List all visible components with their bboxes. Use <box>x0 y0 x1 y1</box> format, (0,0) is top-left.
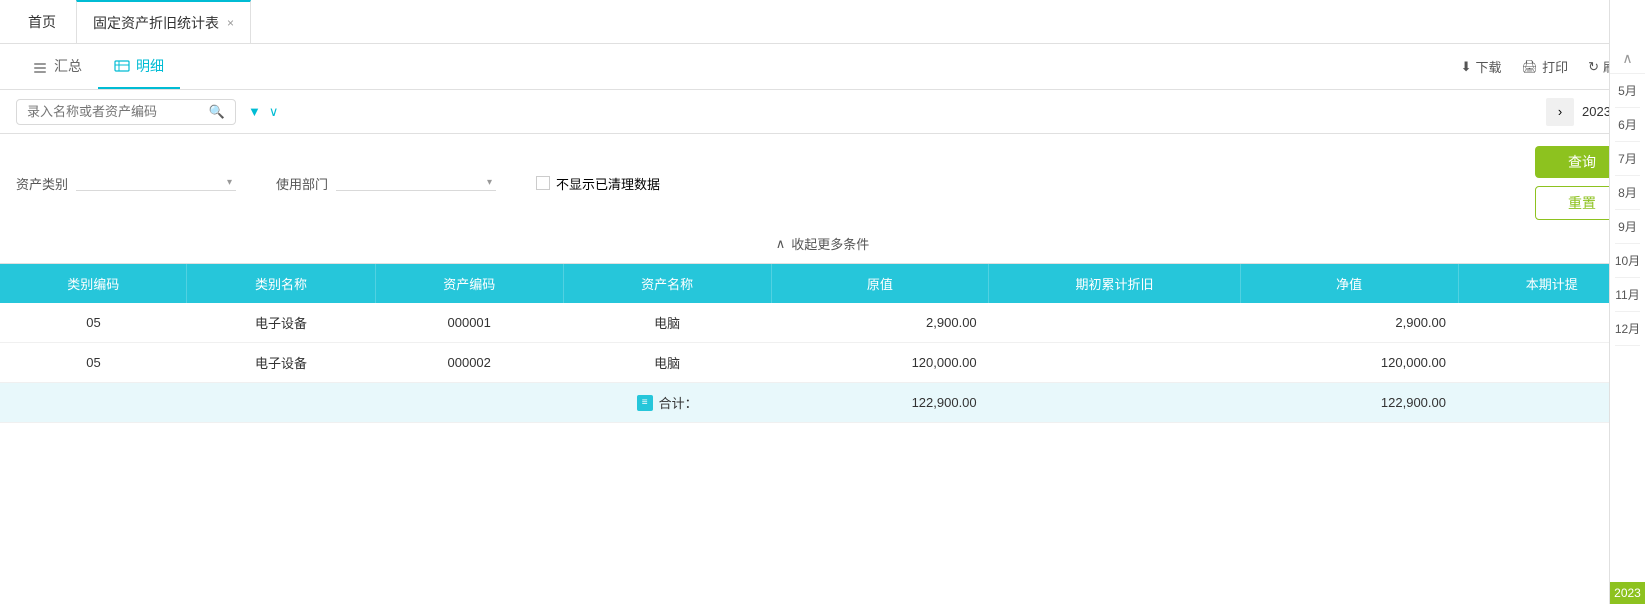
sidebar-month-item[interactable]: 10月 <box>1615 244 1640 278</box>
table-header-row: 类别编码 类别名称 资产编码 资产名称 原值 期初累计折旧 净值 本期计提 <box>0 264 1645 303</box>
tab-summary-label: 汇总 <box>54 56 82 76</box>
cell-original-value: 2,900.00 <box>771 303 989 343</box>
sub-tab-bar: 汇总 明细 ⬇ 下载 🖨 打印 ↻ 刷新 <box>0 44 1645 90</box>
cell-asset-name: 电脑 <box>563 303 771 343</box>
cell-category-name: 电子设备 <box>187 343 375 383</box>
asset-type-select[interactable]: ▾ <box>76 175 236 191</box>
cell-asset-name: 电脑 <box>563 343 771 383</box>
collapse-up-icon: ∧ <box>776 236 786 252</box>
tab-detail-label: 明细 <box>136 56 164 76</box>
total-row: ≡ 合计： 122,900.00 122,900.00 <box>0 383 1645 423</box>
sidebar-year-badge: 2023 <box>1610 582 1645 604</box>
cell-net-value: 120,000.00 <box>1240 343 1458 383</box>
cell-category-code: 05 <box>0 343 187 383</box>
col-header-category-code: 类别编码 <box>0 264 187 303</box>
top-tab-bar: 首页 固定资产折旧统计表 × ✕ <box>0 0 1645 44</box>
download-button[interactable]: ⬇ 下载 <box>1461 57 1502 76</box>
download-icon: ⬇ <box>1461 59 1472 75</box>
sidebar-month-item[interactable]: 11月 <box>1615 278 1640 312</box>
asset-type-label: 资产类别 <box>16 174 68 193</box>
list-icon <box>114 58 130 74</box>
tab-active-label: 固定资产折旧统计表 <box>93 13 219 33</box>
col-header-asset-name: 资产名称 <box>563 264 771 303</box>
tab-active[interactable]: 固定资产折旧统计表 × <box>76 0 251 43</box>
filter-row-1: 资产类别 ▾ 使用部门 ▾ 不显示已清理数据 查询 重置 <box>16 146 1629 220</box>
total-original-value: 122,900.00 <box>771 383 989 423</box>
data-table: 类别编码 类别名称 资产编码 资产名称 原值 期初累计折旧 净值 本期计提 05… <box>0 264 1645 423</box>
hide-cleared-field: 不显示已清理数据 <box>536 174 660 193</box>
total-net-value: 122,900.00 <box>1240 383 1458 423</box>
total-label-cell: ≡ 合计： <box>563 383 771 423</box>
asset-type-arrow: ▾ <box>227 177 232 188</box>
col-header-category-name: 类别名称 <box>187 264 375 303</box>
col-header-accumulated-dep: 期初累计折旧 <box>989 264 1241 303</box>
col-header-net-value: 净值 <box>1240 264 1458 303</box>
col-header-original-value: 原值 <box>771 264 989 303</box>
sidebar-month-item[interactable]: 5月 <box>1615 74 1640 108</box>
tab-close-icon[interactable]: × <box>227 17 234 29</box>
asset-type-field: 资产类别 ▾ <box>16 174 236 193</box>
sidebar-month-item[interactable]: 8月 <box>1615 176 1640 210</box>
more-conditions-button[interactable]: ▼ ∨ <box>248 104 278 120</box>
print-icon: 🖨 <box>1522 59 1539 75</box>
sidebar-months: 5月6月7月8月9月10月11月12月 <box>1615 74 1640 346</box>
tab-summary[interactable]: 汇总 <box>16 44 98 89</box>
col-header-asset-code: 资产编码 <box>375 264 563 303</box>
cell-original-value: 120,000.00 <box>771 343 989 383</box>
right-sidebar: ∧ 5月6月7月8月9月10月11月12月 2023 <box>1609 0 1645 604</box>
tab-detail[interactable]: 明细 <box>98 44 180 89</box>
table-wrap: 类别编码 类别名称 资产编码 资产名称 原值 期初累计折旧 净值 本期计提 05… <box>0 264 1645 604</box>
print-button[interactable]: 🖨 打印 <box>1522 57 1569 76</box>
cell-asset-code: 000002 <box>375 343 563 383</box>
sidebar-month-item[interactable]: 7月 <box>1615 142 1640 176</box>
sidebar-month-item[interactable]: 12月 <box>1615 312 1640 346</box>
layers-icon <box>32 58 48 74</box>
sidebar-month-item[interactable]: 9月 <box>1615 210 1640 244</box>
department-label: 使用部门 <box>276 174 328 193</box>
tab-home[interactable]: 首页 <box>12 0 72 43</box>
total-accumulated-dep <box>989 383 1241 423</box>
hide-cleared-checkbox[interactable] <box>536 176 550 190</box>
total-icon: ≡ <box>637 395 653 411</box>
sidebar-month-item[interactable]: 6月 <box>1615 108 1640 142</box>
department-select[interactable]: ▾ <box>336 175 496 191</box>
search-input-wrap[interactable]: 🔍 <box>16 99 236 125</box>
cell-asset-code: 000001 <box>375 303 563 343</box>
tab-actions: ⬇ 下载 🖨 打印 ↻ 刷新 <box>1461 57 1629 76</box>
department-field: 使用部门 ▾ <box>276 174 496 193</box>
department-arrow: ▾ <box>487 177 492 188</box>
advanced-filter: 资产类别 ▾ 使用部门 ▾ 不显示已清理数据 查询 重置 ∧ 收起更多条件 <box>0 134 1645 264</box>
cell-category-code: 05 <box>0 303 187 343</box>
filter-bar: 🔍 ▼ ∨ › 2023.01 <box>0 90 1645 134</box>
filter-icon: ▼ <box>248 104 261 119</box>
expand-arrow-button[interactable]: › <box>1546 98 1574 126</box>
refresh-icon: ↻ <box>1588 59 1599 75</box>
cell-net-value: 2,900.00 <box>1240 303 1458 343</box>
hide-cleared-label: 不显示已清理数据 <box>556 174 660 193</box>
cell-accumulated-dep <box>989 343 1241 383</box>
collapse-more-button[interactable]: ∧ 收起更多条件 <box>16 228 1629 255</box>
cell-accumulated-dep <box>989 303 1241 343</box>
table-row: 05 电子设备 000002 电脑 120,000.00 120,000.00 <box>0 343 1645 383</box>
chevron-down-icon: ∨ <box>269 104 279 120</box>
table-row: 05 电子设备 000001 电脑 2,900.00 2,900.00 <box>0 303 1645 343</box>
search-input[interactable] <box>27 104 201 119</box>
cell-category-name: 电子设备 <box>187 303 375 343</box>
sidebar-nav-up[interactable]: ∧ <box>1610 44 1645 74</box>
search-icon: 🔍 <box>209 104 225 120</box>
